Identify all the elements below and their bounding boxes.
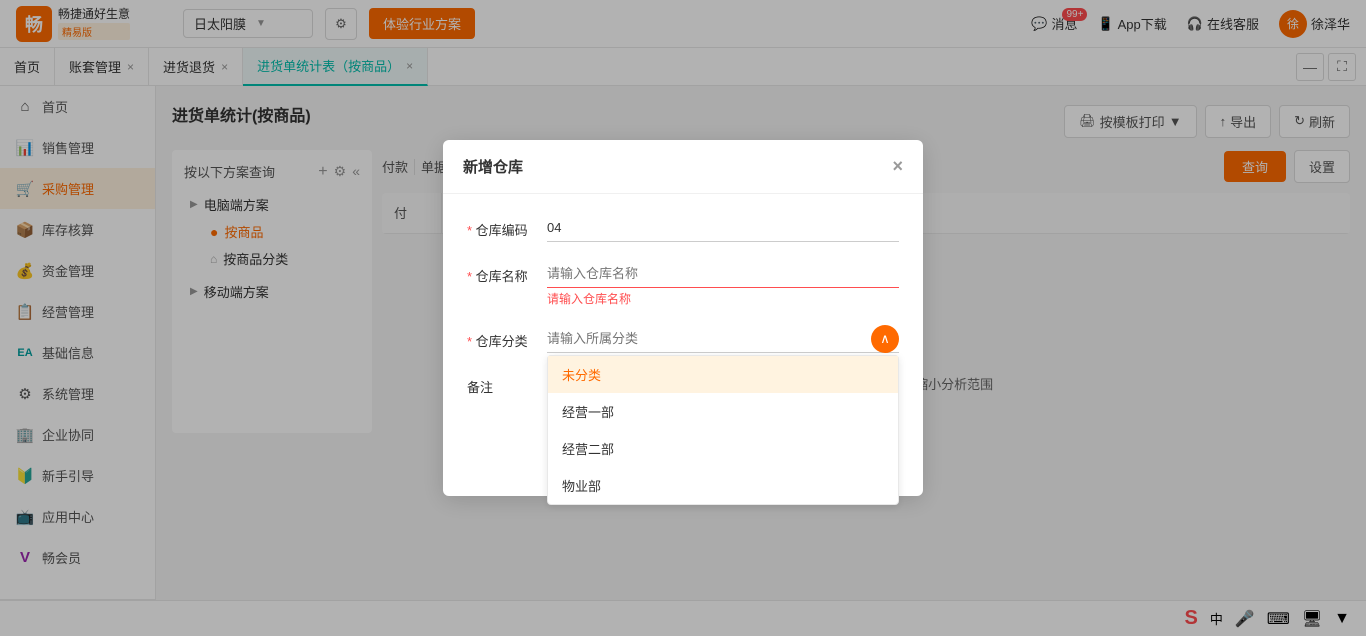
- code-input-wrap: [547, 214, 899, 242]
- code-label: 仓库编码: [467, 214, 547, 239]
- note-label: 备注: [467, 371, 547, 396]
- modal-header: 新增仓库 ×: [443, 140, 923, 194]
- category-input[interactable]: [547, 325, 899, 353]
- category-option-property[interactable]: 物业部: [548, 467, 898, 504]
- category-dropdown-list: 未分类 经营一部 经营二部 物业部: [547, 355, 899, 505]
- name-input[interactable]: [547, 260, 899, 288]
- form-row-code: 仓库编码: [467, 214, 899, 242]
- category-option-dept2[interactable]: 经营二部: [548, 430, 898, 467]
- category-select-wrap: ∧ 未分类 经营一部 经营二部 物业部: [547, 325, 899, 353]
- form-row-category: 仓库分类 ∧ 未分类 经营一部 经营二部 物业部: [467, 325, 899, 353]
- category-dropdown-toggle[interactable]: ∧: [871, 325, 899, 353]
- category-option-uncategorized[interactable]: 未分类: [548, 356, 898, 393]
- form-row-name: 仓库名称 请输入仓库名称: [467, 260, 899, 307]
- name-input-wrap: 请输入仓库名称: [547, 260, 899, 307]
- name-error-message: 请输入仓库名称: [547, 288, 899, 307]
- category-option-dept1[interactable]: 经营一部: [548, 393, 898, 430]
- category-label: 仓库分类: [467, 325, 547, 350]
- modal-body: 仓库编码 仓库名称 请输入仓库名称 仓库分类 ∧ 未分类 经营一部: [443, 194, 923, 437]
- code-input[interactable]: [547, 214, 899, 242]
- name-label: 仓库名称: [467, 260, 547, 285]
- modal-title: 新增仓库: [463, 156, 523, 177]
- modal-close-button[interactable]: ×: [892, 156, 903, 177]
- add-warehouse-modal: 新增仓库 × 仓库编码 仓库名称 请输入仓库名称 仓库分类 ∧: [443, 140, 923, 496]
